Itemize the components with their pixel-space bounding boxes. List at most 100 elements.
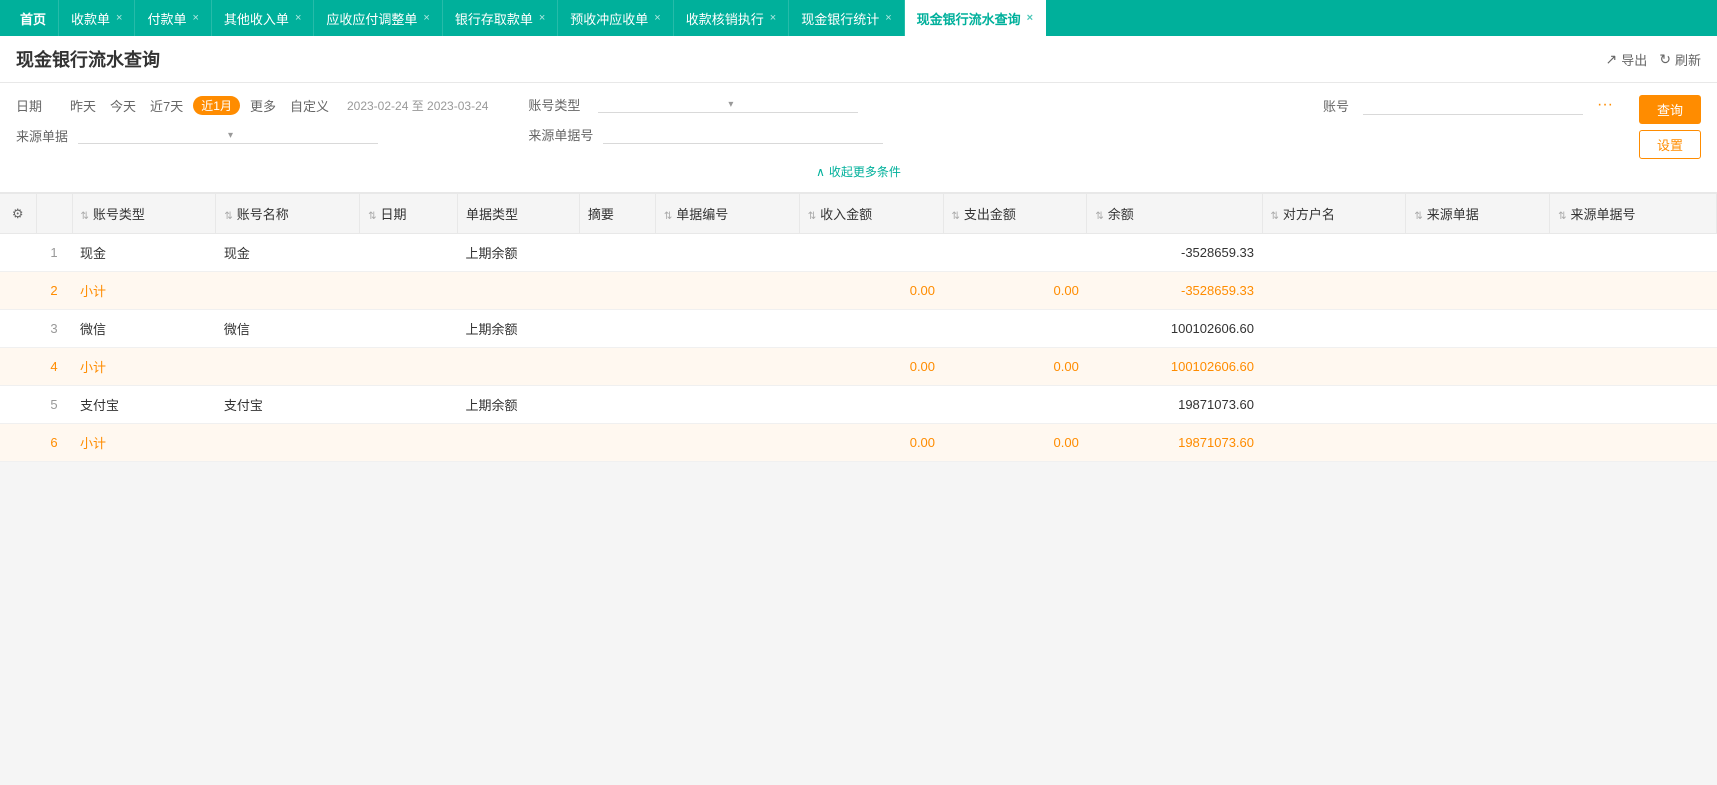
cell-summary <box>579 348 655 386</box>
cell-expense <box>943 386 1087 424</box>
close-icon[interactable]: × <box>423 12 429 24</box>
cell-expense <box>943 234 1087 272</box>
gear-icon[interactable]: ⚙ <box>12 206 24 221</box>
close-icon[interactable]: × <box>654 12 660 24</box>
cell-source_doc <box>1406 348 1550 386</box>
export-button[interactable]: ↗ 导出 <box>1606 50 1648 69</box>
account-more-button[interactable]: ··· <box>1597 96 1613 114</box>
table-row: 3微信微信上期余额100102606.60 <box>0 310 1717 348</box>
source-doc-label: 来源单据 <box>16 126 68 145</box>
date-option-昨天[interactable]: 昨天 <box>66 95 100 116</box>
cell-doc_type <box>458 348 580 386</box>
cell-counterpart <box>1262 424 1406 462</box>
cell-date <box>360 272 458 310</box>
cell-account_type: 支付宝 <box>72 386 216 424</box>
sort-icon: ⇅ <box>1095 211 1103 222</box>
close-icon[interactable]: × <box>295 12 301 24</box>
cell-income: 0.00 <box>799 272 943 310</box>
cell-source_doc_no <box>1550 272 1717 310</box>
date-option-今天[interactable]: 今天 <box>106 95 140 116</box>
nav-tab-银行存取款单[interactable]: 银行存取款单× <box>443 0 558 36</box>
cell-source_doc <box>1406 234 1550 272</box>
account-input[interactable] <box>1363 95 1583 115</box>
cell-counterpart <box>1262 272 1406 310</box>
cell-doc_no <box>655 348 799 386</box>
cell-date <box>360 310 458 348</box>
cell-account_name <box>216 272 360 310</box>
cell-doc_no <box>655 424 799 462</box>
cell-account_type: 现金 <box>72 234 216 272</box>
row-index: 6 <box>36 424 72 462</box>
nav-tab-其他收入单[interactable]: 其他收入单× <box>212 0 314 36</box>
cell-balance: 19871073.60 <box>1087 386 1262 424</box>
sort-icon: ⇅ <box>808 211 816 222</box>
cell-account_name: 现金 <box>216 234 360 272</box>
cell-balance: 100102606.60 <box>1087 310 1262 348</box>
close-icon[interactable]: × <box>539 12 545 24</box>
cell-income: 0.00 <box>799 348 943 386</box>
cell-account_type: 小计 <box>72 348 216 386</box>
table-row: 6小计0.000.0019871073.60 <box>0 424 1717 462</box>
col-income[interactable]: ⇅收入金额 <box>799 194 943 234</box>
cell-source_doc <box>1406 424 1550 462</box>
page-header: 现金银行流水查询 ↗ 导出 ↻ 刷新 <box>0 36 1717 83</box>
nav-tab-收款核销执行[interactable]: 收款核销执行× <box>674 0 789 36</box>
col-gear: ⚙ <box>0 194 36 234</box>
refresh-button[interactable]: ↻ 刷新 <box>1659 50 1701 69</box>
date-option-自定义[interactable]: 自定义 <box>286 95 333 116</box>
query-button[interactable]: 查询 <box>1639 95 1701 124</box>
cell-date <box>360 424 458 462</box>
row-index: 4 <box>36 348 72 386</box>
col-doc_no[interactable]: ⇅单据编号 <box>655 194 799 234</box>
col-date[interactable]: ⇅日期 <box>360 194 458 234</box>
close-icon[interactable]: × <box>116 12 122 24</box>
col-source_doc[interactable]: ⇅来源单据 <box>1406 194 1550 234</box>
nav-tab-付款单[interactable]: 付款单× <box>135 0 211 36</box>
col-expense[interactable]: ⇅支出金额 <box>943 194 1087 234</box>
close-icon[interactable]: × <box>885 12 891 24</box>
nav-tab-收款单[interactable]: 收款单× <box>59 0 135 36</box>
nav-tab-预收冲应收单[interactable]: 预收冲应收单× <box>558 0 673 36</box>
cell-summary <box>579 424 655 462</box>
close-icon[interactable]: × <box>192 12 198 24</box>
cell-counterpart <box>1262 348 1406 386</box>
account-type-label: 账号类型 <box>528 95 588 114</box>
source-doc-select[interactable]: ▾ <box>78 128 378 144</box>
date-label: 日期 <box>16 96 56 115</box>
nav-home[interactable]: 首页 <box>8 0 59 36</box>
col-source_doc_no[interactable]: ⇅来源单据号 <box>1550 194 1717 234</box>
nav-tab-现金银行统计[interactable]: 现金银行统计× <box>789 0 904 36</box>
cell-doc_type <box>458 424 580 462</box>
table-row: 2小计0.000.00-3528659.33 <box>0 272 1717 310</box>
date-option-更多[interactable]: 更多 <box>246 95 280 116</box>
nav-tab-应收应付调整单[interactable]: 应收应付调整单× <box>314 0 442 36</box>
cell-account_type: 微信 <box>72 310 216 348</box>
cell-expense: 0.00 <box>943 272 1087 310</box>
cell-doc_no <box>655 310 799 348</box>
nav-tab-现金银行流水查询[interactable]: 现金银行流水查询× <box>905 0 1046 36</box>
col-counterpart[interactable]: ⇅对方户名 <box>1262 194 1406 234</box>
cell-account_type: 小计 <box>72 272 216 310</box>
col-account_type[interactable]: ⇅账号类型 <box>72 194 216 234</box>
close-icon[interactable]: × <box>1027 12 1033 24</box>
data-table-wrapper: ⚙⇅账号类型⇅账号名称⇅日期单据类型摘要⇅单据编号⇅收入金额⇅支出金额⇅余额⇅对… <box>0 193 1717 462</box>
col-summary: 摘要 <box>579 194 655 234</box>
cell-doc_type: 上期余额 <box>458 386 580 424</box>
date-option-近7天[interactable]: 近7天 <box>146 95 187 116</box>
account-type-select[interactable]: ▾ <box>598 97 858 113</box>
sort-icon: ⇅ <box>368 211 376 222</box>
sort-icon: ⇅ <box>1414 211 1422 222</box>
cell-account_name: 支付宝 <box>216 386 360 424</box>
settings-button[interactable]: 设置 <box>1639 130 1701 159</box>
col-idx <box>36 194 72 234</box>
export-icon: ↗ <box>1606 51 1618 68</box>
col-account_name[interactable]: ⇅账号名称 <box>216 194 360 234</box>
cell-account_name: 微信 <box>216 310 360 348</box>
col-balance[interactable]: ⇅余额 <box>1087 194 1262 234</box>
date-option-近1月[interactable]: 近1月 <box>193 96 240 115</box>
collapse-button[interactable]: ∧ 收起更多条件 <box>816 163 901 180</box>
sort-icon: ⇅ <box>952 211 960 222</box>
source-doc-num-input[interactable] <box>603 124 883 144</box>
cell-date <box>360 348 458 386</box>
close-icon[interactable]: × <box>770 12 776 24</box>
